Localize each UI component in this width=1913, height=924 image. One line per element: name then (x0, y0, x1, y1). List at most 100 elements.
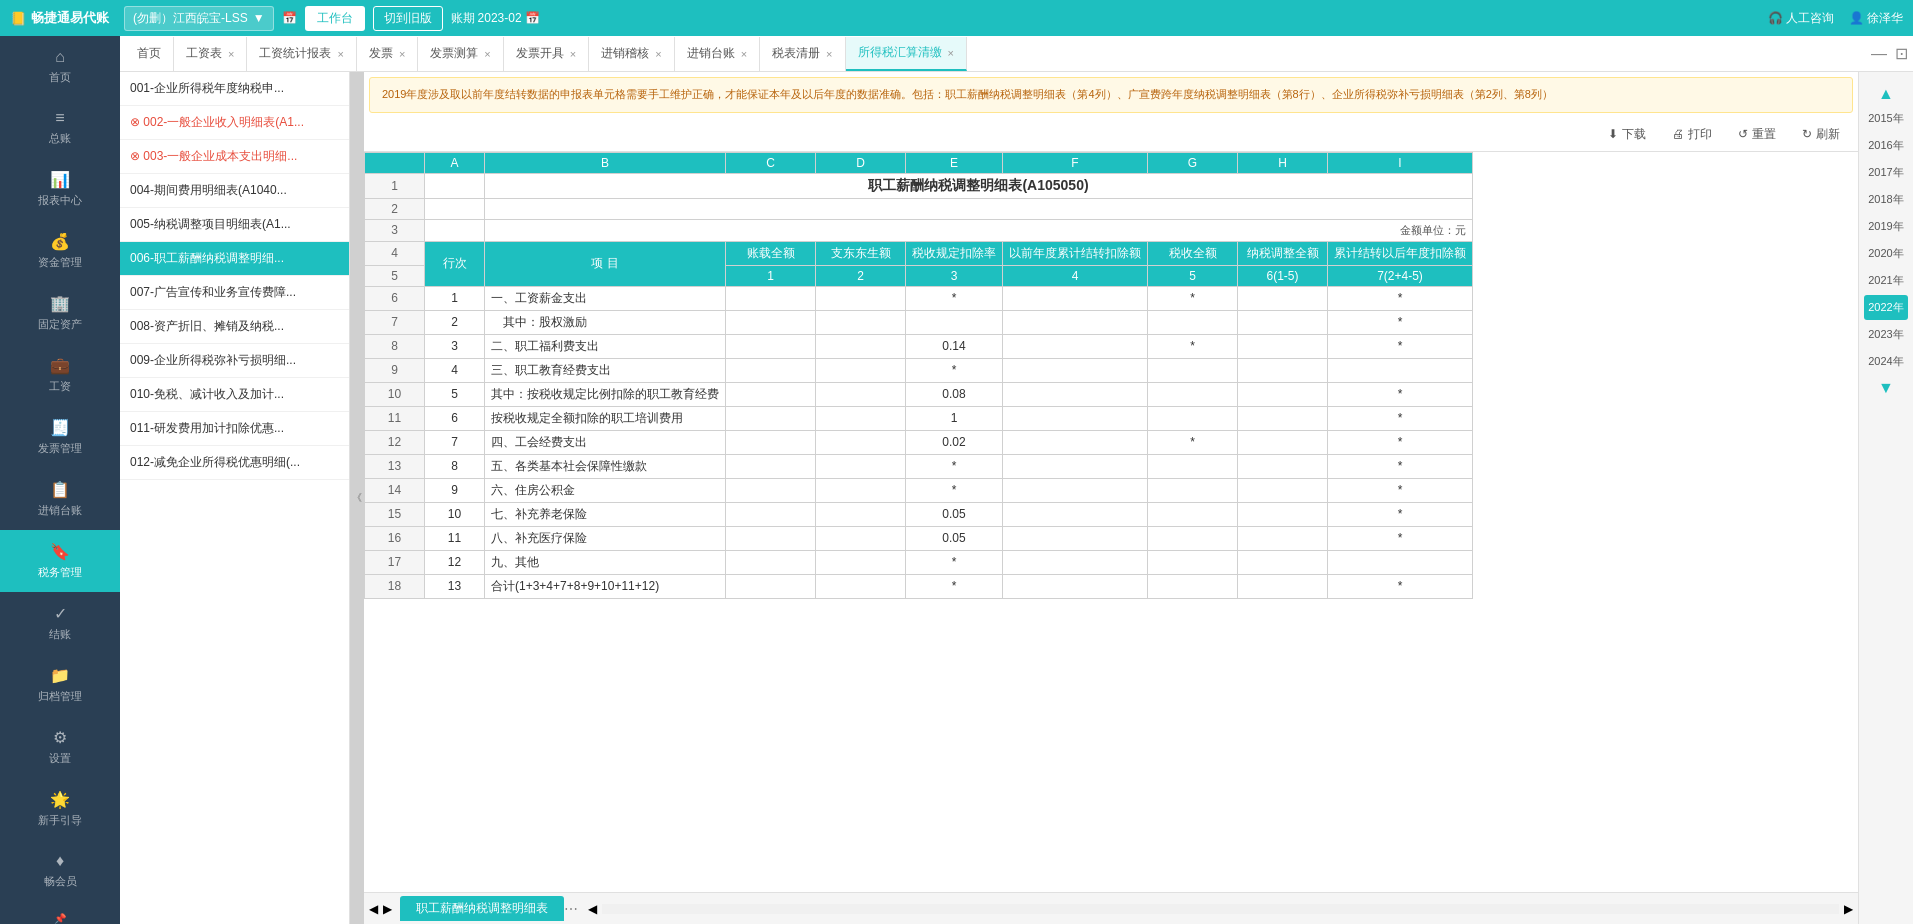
sidebar-item-invoice-mgmt[interactable]: 🧾 发票管理 (0, 406, 120, 468)
refresh-button[interactable]: ↻ 刷新 (1794, 123, 1848, 146)
left-panel-item-009[interactable]: 009-企业所得税弥补亏损明细... (120, 344, 349, 378)
sub-header-g: 5 (1148, 265, 1238, 286)
next-sheet-icon[interactable]: ▶ (383, 902, 392, 916)
left-panel-item-012[interactable]: 012-减免企业所得税优惠明细(... (120, 446, 349, 480)
reset-icon: ↺ (1738, 127, 1748, 141)
app-logo: 📒 畅捷通易代账 (10, 9, 109, 27)
sub-header-f: 4 (1003, 265, 1148, 286)
left-panel-item-011[interactable]: 011-研发费用加计扣除优惠... (120, 412, 349, 446)
tab-close-invoice[interactable]: × (399, 48, 405, 60)
logo-icon: 📒 (10, 11, 26, 26)
left-panel-item-005[interactable]: 005-纳税调整项目明细表(A1... (120, 208, 349, 242)
sidebar-item-payroll[interactable]: 💼 工资 (0, 344, 120, 406)
tab-purchase-verify[interactable]: 进销稽核 × (589, 37, 674, 71)
horizontal-scrollbar[interactable] (602, 904, 1839, 914)
company-selector[interactable]: (勿删）江西皖宝-LSS ▼ (124, 6, 274, 31)
reset-button[interactable]: ↺ 重置 (1730, 123, 1784, 146)
year-2024[interactable]: 2024年 (1864, 349, 1908, 374)
left-panel-item-001[interactable]: 001-企业所得税年度纳税申... (120, 72, 349, 106)
sidebar-item-tax-mgmt[interactable]: 🔖 税务管理 (0, 530, 120, 592)
year-2017[interactable]: 2017年 (1864, 160, 1908, 185)
sidebar-item-fixed-assets[interactable]: 🏢 固定资产 (0, 282, 120, 344)
headset-icon: 🎧 (1768, 11, 1783, 25)
year-2016[interactable]: 2016年 (1864, 133, 1908, 158)
tab-close-payroll-report[interactable]: × (337, 48, 343, 60)
tab-payroll-report[interactable]: 工资统计报表 × (247, 37, 356, 71)
left-panel-item-004[interactable]: 004-期间费用明细表(A1040... (120, 174, 349, 208)
download-button[interactable]: ⬇ 下载 (1600, 123, 1654, 146)
year-2018[interactable]: 2018年 (1864, 187, 1908, 212)
tab-close-tax-clear[interactable]: × (826, 48, 832, 60)
left-panel-item-003[interactable]: ⊗ 003-一般企业成本支出明细... (120, 140, 349, 174)
bottom-tab-payroll[interactable]: 职工薪酬纳税调整明细表 (400, 896, 564, 921)
left-panel-item-006[interactable]: 006-职工薪酬纳税调整明细... (120, 242, 349, 276)
tab-purchase-ledger[interactable]: 进销台账 × (675, 37, 760, 71)
col-header-H: H (1238, 152, 1328, 173)
service-link[interactable]: 🎧 人工咨询 (1768, 10, 1834, 27)
tab-close-payroll[interactable]: × (228, 48, 234, 60)
tab-bar: 首页 工资表 × 工资统计报表 × 发票 × 发票测算 × (120, 36, 1913, 72)
minimize-icon[interactable]: — (1871, 45, 1887, 63)
year-2023[interactable]: 2023年 (1864, 322, 1908, 347)
tab-payroll[interactable]: 工资表 × (174, 37, 247, 71)
switch-period-button[interactable]: 切到旧版 (373, 6, 443, 31)
cancel-fixed-button[interactable]: 📌 取消固定 (0, 901, 120, 924)
sidebar-item-ledger[interactable]: ≡ 总账 (0, 97, 120, 158)
year-scroll-up[interactable]: ▲ (1875, 82, 1897, 106)
tab-tax-clear[interactable]: 税表清册 × (760, 37, 845, 71)
col-header-A: A (425, 152, 485, 173)
sidebar-bottom: 🌟 新手引导 ♦ 畅会员 📌 取消固定 (0, 778, 120, 924)
year-2015[interactable]: 2015年 (1864, 106, 1908, 131)
top-bar: 📒 畅捷通易代账 (勿删）江西皖宝-LSS ▼ 📅 工作台 切到旧版 账期 20… (0, 0, 1913, 36)
tab-invoice[interactable]: 发票 × (357, 37, 418, 71)
tab-income-tax[interactable]: 所得税汇算清缴 × (846, 37, 967, 71)
col-d-header: 支东东生额 (816, 241, 906, 265)
year-panel: ▲ 2015年 2016年 2017年 2018年 2019年 2020年 20… (1858, 72, 1913, 924)
tab-close-purchase-verify[interactable]: × (655, 48, 661, 60)
print-button[interactable]: 🖨 打印 (1664, 123, 1720, 146)
left-panel-item-008[interactable]: 008-资产折旧、摊销及纳税... (120, 310, 349, 344)
sidebar-item-home[interactable]: ⌂ 首页 (0, 36, 120, 97)
left-panel-item-010[interactable]: 010-免税、减计收入及加计... (120, 378, 349, 412)
period-info: 账期 2023-02 📅 (451, 10, 540, 27)
sidebar-item-settings[interactable]: ⚙ 设置 (0, 716, 120, 778)
sidebar-item-newbie[interactable]: 🌟 新手引导 (0, 778, 120, 840)
sidebar-item-archive[interactable]: 📁 归档管理 (0, 654, 120, 716)
spreadsheet-container[interactable]: A B C D E F G H I (364, 152, 1858, 892)
tab-invoice-calc[interactable]: 发票测算 × (418, 37, 503, 71)
year-2022[interactable]: 2022年 (1864, 295, 1908, 320)
maximize-icon[interactable]: ⊡ (1895, 44, 1908, 63)
user-info[interactable]: 👤 徐泽华 (1849, 10, 1903, 27)
scroll-right-icon[interactable]: ▶ (1844, 902, 1853, 916)
table-row: 10 5 其中：按税收规定比例扣除的职工教育经费 0.08 * (365, 382, 1473, 406)
workbench-button[interactable]: 工作台 (305, 6, 365, 31)
bottom-tab-bar: ◀ ▶ 职工薪酬纳税调整明细表 ⋯ ◀ ▶ (364, 892, 1858, 924)
tab-close-invoice-open[interactable]: × (570, 48, 576, 60)
sidebar-item-report[interactable]: 📊 报表中心 (0, 158, 120, 220)
prev-sheet-icon[interactable]: ◀ (369, 902, 378, 916)
main-area: ⌂ 首页 ≡ 总账 📊 报表中心 💰 资金管理 🏢 固定资产 💼 工资 (0, 36, 1913, 924)
year-2021[interactable]: 2021年 (1864, 268, 1908, 293)
panel-collapse-button[interactable]: 《 (350, 72, 364, 924)
col-g-header: 税收全额 (1148, 241, 1238, 265)
scroll-left-icon[interactable]: ◀ (588, 902, 597, 916)
year-2019[interactable]: 2019年 (1864, 214, 1908, 239)
member-icon: ♦ (56, 852, 64, 870)
col-header-B: B (485, 152, 726, 173)
left-panel-item-007[interactable]: 007-广告宣传和业务宣传费障... (120, 276, 349, 310)
tab-close-invoice-calc[interactable]: × (484, 48, 490, 60)
fixed-assets-icon: 🏢 (50, 294, 70, 313)
sidebar-item-member[interactable]: ♦ 畅会员 (0, 840, 120, 901)
sidebar-item-assets-mgmt[interactable]: 💰 资金管理 (0, 220, 120, 282)
year-2020[interactable]: 2020年 (1864, 241, 1908, 266)
tab-close-income-tax[interactable]: × (948, 47, 954, 59)
sidebar-item-settle[interactable]: ✓ 结账 (0, 592, 120, 654)
tab-close-purchase-ledger[interactable]: × (741, 48, 747, 60)
tab-invoice-open[interactable]: 发票开具 × (504, 37, 589, 71)
left-panel-item-002[interactable]: ⊗ 002-一般企业收入明细表(A1... (120, 106, 349, 140)
table-row: 6 1 一、工资薪金支出 * * * (365, 286, 1473, 310)
more-icon[interactable]: ⋯ (564, 901, 578, 917)
sidebar-item-purchase-sales[interactable]: 📋 进销台账 (0, 468, 120, 530)
year-scroll-down[interactable]: ▼ (1875, 376, 1897, 400)
tab-home[interactable]: 首页 (125, 37, 174, 71)
